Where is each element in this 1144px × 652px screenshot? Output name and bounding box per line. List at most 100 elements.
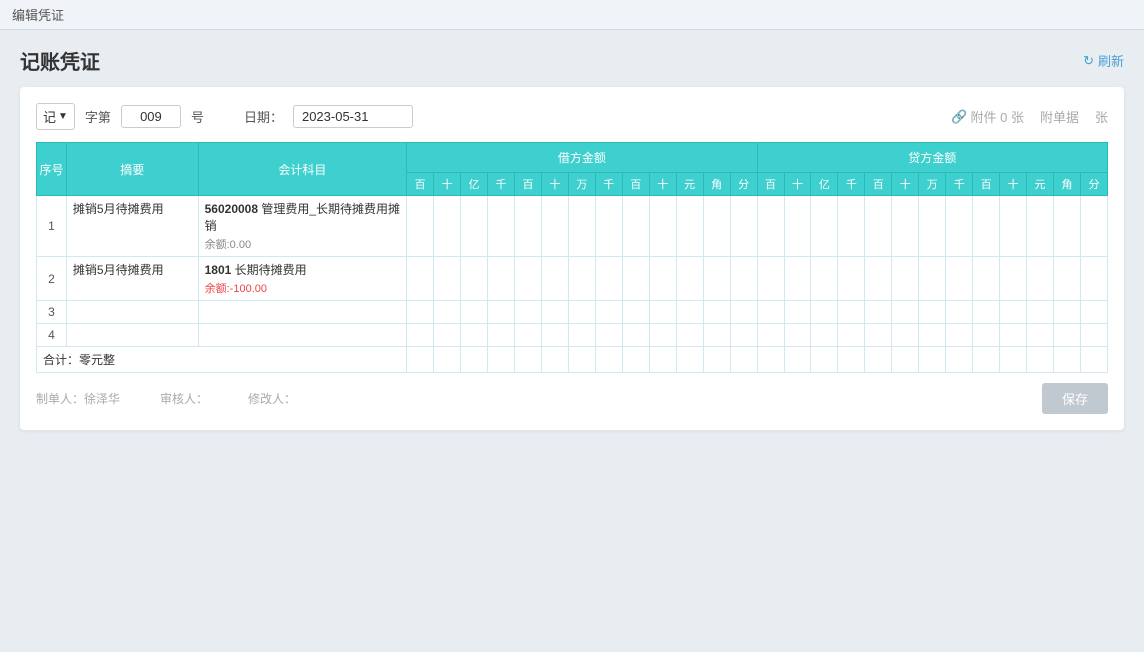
- date-input[interactable]: [293, 105, 413, 128]
- debit-cell-0-6[interactable]: [568, 196, 595, 257]
- row-summary[interactable]: 摊销5月待摊费用: [66, 257, 198, 301]
- credit-cell-0-0[interactable]: [757, 196, 784, 257]
- credit-cell-1-7[interactable]: [946, 257, 973, 301]
- credit-cell-2-9[interactable]: [1000, 301, 1027, 324]
- credit-cell-3-8[interactable]: [973, 324, 1000, 347]
- debit-cell-2-8[interactable]: [622, 301, 649, 324]
- row-account[interactable]: 56020008 管理费用_长期待摊费用摊销余额:0.00: [198, 196, 407, 257]
- credit-cell-1-8[interactable]: [973, 257, 1000, 301]
- debit-cell-1-4[interactable]: [514, 257, 541, 301]
- debit-cell-2-4[interactable]: [514, 301, 541, 324]
- credit-cell-3-3[interactable]: [838, 324, 865, 347]
- credit-cell-3-2[interactable]: [811, 324, 838, 347]
- credit-cell-1-11[interactable]: [1054, 257, 1081, 301]
- row-account[interactable]: [198, 324, 407, 347]
- debit-cell-2-5[interactable]: [541, 301, 568, 324]
- debit-cell-1-11[interactable]: [703, 257, 730, 301]
- debit-cell-0-8[interactable]: [622, 196, 649, 257]
- row-summary[interactable]: 摊销5月待摊费用: [66, 196, 198, 257]
- debit-cell-1-2[interactable]: [461, 257, 488, 301]
- credit-cell-0-8[interactable]: [973, 196, 1000, 257]
- debit-cell-3-4[interactable]: [514, 324, 541, 347]
- debit-cell-2-10[interactable]: [676, 301, 703, 324]
- fudanju-button[interactable]: 附单据: [1040, 107, 1079, 126]
- credit-cell-0-11[interactable]: [1054, 196, 1081, 257]
- credit-cell-0-9[interactable]: [1000, 196, 1027, 257]
- debit-cell-0-7[interactable]: [595, 196, 622, 257]
- save-button[interactable]: 保存: [1042, 383, 1108, 414]
- debit-cell-1-10[interactable]: [676, 257, 703, 301]
- debit-cell-0-10[interactable]: [676, 196, 703, 257]
- credit-cell-3-11[interactable]: [1054, 324, 1081, 347]
- credit-cell-3-6[interactable]: [919, 324, 946, 347]
- credit-cell-0-2[interactable]: [811, 196, 838, 257]
- credit-cell-1-6[interactable]: [919, 257, 946, 301]
- debit-cell-1-6[interactable]: [568, 257, 595, 301]
- debit-cell-1-5[interactable]: [541, 257, 568, 301]
- credit-cell-0-7[interactable]: [946, 196, 973, 257]
- credit-cell-2-8[interactable]: [973, 301, 1000, 324]
- debit-cell-3-12[interactable]: [730, 324, 757, 347]
- credit-cell-2-11[interactable]: [1054, 301, 1081, 324]
- credit-cell-1-4[interactable]: [865, 257, 892, 301]
- debit-cell-3-9[interactable]: [649, 324, 676, 347]
- debit-cell-3-7[interactable]: [595, 324, 622, 347]
- debit-cell-2-2[interactable]: [461, 301, 488, 324]
- credit-cell-3-12[interactable]: [1080, 324, 1107, 347]
- credit-cell-2-0[interactable]: [757, 301, 784, 324]
- credit-cell-3-0[interactable]: [757, 324, 784, 347]
- credit-cell-2-6[interactable]: [919, 301, 946, 324]
- credit-cell-2-4[interactable]: [865, 301, 892, 324]
- credit-cell-0-6[interactable]: [919, 196, 946, 257]
- debit-cell-0-5[interactable]: [541, 196, 568, 257]
- credit-cell-1-12[interactable]: [1080, 257, 1107, 301]
- debit-cell-1-9[interactable]: [649, 257, 676, 301]
- row-account[interactable]: [198, 301, 407, 324]
- credit-cell-3-5[interactable]: [892, 324, 919, 347]
- credit-cell-0-5[interactable]: [892, 196, 919, 257]
- debit-cell-1-7[interactable]: [595, 257, 622, 301]
- credit-cell-0-12[interactable]: [1080, 196, 1107, 257]
- credit-cell-0-4[interactable]: [865, 196, 892, 257]
- credit-cell-2-7[interactable]: [946, 301, 973, 324]
- debit-cell-0-0[interactable]: [407, 196, 434, 257]
- row-summary[interactable]: [66, 324, 198, 347]
- debit-cell-3-5[interactable]: [541, 324, 568, 347]
- credit-cell-2-10[interactable]: [1027, 301, 1054, 324]
- credit-cell-0-1[interactable]: [784, 196, 811, 257]
- debit-cell-3-2[interactable]: [461, 324, 488, 347]
- credit-cell-0-10[interactable]: [1027, 196, 1054, 257]
- credit-cell-1-2[interactable]: [811, 257, 838, 301]
- debit-cell-3-11[interactable]: [703, 324, 730, 347]
- credit-cell-2-2[interactable]: [811, 301, 838, 324]
- debit-cell-2-3[interactable]: [488, 301, 515, 324]
- credit-cell-3-9[interactable]: [1000, 324, 1027, 347]
- debit-cell-3-10[interactable]: [676, 324, 703, 347]
- debit-cell-0-1[interactable]: [434, 196, 461, 257]
- debit-cell-0-3[interactable]: [488, 196, 515, 257]
- credit-cell-0-3[interactable]: [838, 196, 865, 257]
- credit-cell-1-0[interactable]: [757, 257, 784, 301]
- debit-cell-2-6[interactable]: [568, 301, 595, 324]
- table-row[interactable]: 1摊销5月待摊费用56020008 管理费用_长期待摊费用摊销余额:0.00: [37, 196, 1108, 257]
- credit-cell-2-5[interactable]: [892, 301, 919, 324]
- attach-link[interactable]: 🔗 附件 0 张: [951, 107, 1024, 126]
- debit-cell-3-6[interactable]: [568, 324, 595, 347]
- debit-cell-2-9[interactable]: [649, 301, 676, 324]
- debit-cell-3-3[interactable]: [488, 324, 515, 347]
- credit-cell-1-3[interactable]: [838, 257, 865, 301]
- credit-cell-1-5[interactable]: [892, 257, 919, 301]
- credit-cell-3-10[interactable]: [1027, 324, 1054, 347]
- credit-cell-2-12[interactable]: [1080, 301, 1107, 324]
- credit-cell-1-10[interactable]: [1027, 257, 1054, 301]
- debit-cell-2-12[interactable]: [730, 301, 757, 324]
- credit-cell-1-1[interactable]: [784, 257, 811, 301]
- debit-cell-3-0[interactable]: [407, 324, 434, 347]
- debit-cell-0-12[interactable]: [730, 196, 757, 257]
- debit-cell-2-1[interactable]: [434, 301, 461, 324]
- row-account[interactable]: 1801 长期待摊费用余额:-100.00: [198, 257, 407, 301]
- debit-cell-2-0[interactable]: [407, 301, 434, 324]
- debit-cell-0-11[interactable]: [703, 196, 730, 257]
- debit-cell-0-4[interactable]: [514, 196, 541, 257]
- debit-cell-0-2[interactable]: [461, 196, 488, 257]
